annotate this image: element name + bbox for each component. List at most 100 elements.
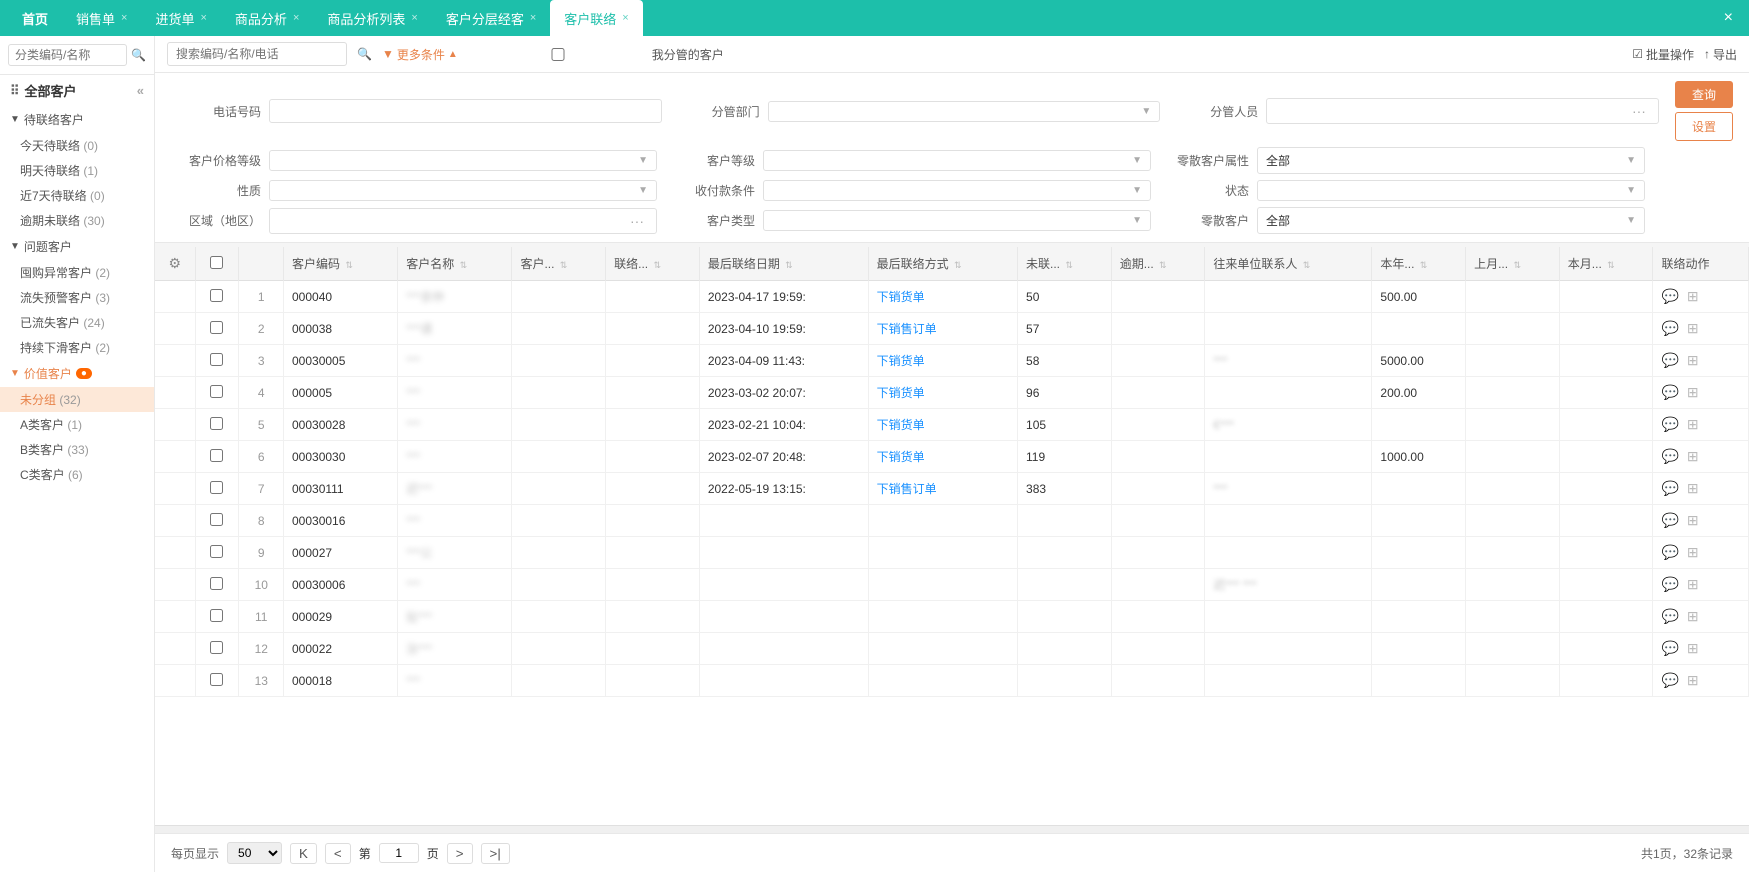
col-this-year[interactable]: 本年... ⇅ bbox=[1372, 247, 1466, 281]
row-last-method-9[interactable] bbox=[868, 569, 1017, 601]
chat-icon-12[interactable]: 💬 bbox=[1661, 672, 1678, 689]
row-last-method-4[interactable]: 下销货单 bbox=[868, 409, 1017, 441]
row-last-method-12[interactable] bbox=[868, 665, 1017, 697]
grid-action-icon-9[interactable]: ⊞ bbox=[1687, 576, 1699, 593]
grid-action-icon-4[interactable]: ⊞ bbox=[1687, 416, 1699, 433]
sidebar-search-input[interactable] bbox=[8, 44, 127, 66]
select-all-checkbox[interactable] bbox=[210, 256, 223, 269]
close-all-tabs-button[interactable]: × bbox=[1716, 9, 1741, 27]
sidebar-item-overdue-contact[interactable]: 逾期未联络 (30) bbox=[0, 208, 154, 233]
batch-op-button[interactable]: ☑ 批量操作 bbox=[1632, 46, 1694, 63]
row-last-method-5[interactable]: 下销货单 bbox=[868, 441, 1017, 473]
sidebar-item-declining[interactable]: 持续下滑客户 (2) bbox=[0, 335, 154, 360]
sidebar-item-ungrouped[interactable]: 未分组 (32) bbox=[0, 387, 154, 412]
row-checkbox-5[interactable] bbox=[195, 441, 239, 473]
row-action-10[interactable]: 💬 ⊞ bbox=[1653, 601, 1749, 633]
grid-action-icon-10[interactable]: ⊞ bbox=[1687, 608, 1699, 625]
export-button[interactable]: ↑ 导出 bbox=[1704, 46, 1737, 63]
chat-icon-2[interactable]: 💬 bbox=[1661, 352, 1678, 369]
row-action-0[interactable]: 💬 ⊞ bbox=[1653, 281, 1749, 313]
row-last-method-3[interactable]: 下销货单 bbox=[868, 377, 1017, 409]
row-action-1[interactable]: 💬 ⊞ bbox=[1653, 313, 1749, 345]
sidebar-item-class-b[interactable]: B类客户 (33) bbox=[0, 437, 154, 462]
row-action-6[interactable]: 💬 ⊞ bbox=[1653, 473, 1749, 505]
settings-icon[interactable]: ⚙ bbox=[168, 255, 181, 271]
search-input[interactable] bbox=[167, 42, 347, 66]
col-last-month[interactable]: 上月... ⇅ bbox=[1466, 247, 1560, 281]
row-checkbox-1[interactable] bbox=[195, 313, 239, 345]
filter-input-phone[interactable] bbox=[269, 99, 662, 123]
horizontal-scrollbar[interactable] bbox=[155, 825, 1749, 833]
col-contact[interactable]: 联络... ⇅ bbox=[606, 247, 700, 281]
col-customer-name[interactable]: 客户名称 ⇅ bbox=[398, 247, 512, 281]
chat-icon-1[interactable]: 💬 bbox=[1661, 320, 1678, 337]
chat-icon-4[interactable]: 💬 bbox=[1661, 416, 1678, 433]
grid-action-icon-7[interactable]: ⊞ bbox=[1687, 512, 1699, 529]
row-action-3[interactable]: 💬 ⊞ bbox=[1653, 377, 1749, 409]
filter-select-person[interactable]: ··· bbox=[1266, 98, 1659, 124]
dots-icon-region[interactable]: ··· bbox=[626, 213, 648, 229]
filter-select-customer-type[interactable]: ▼ bbox=[763, 210, 1151, 231]
row-last-method-8[interactable] bbox=[868, 537, 1017, 569]
filter-select-status[interactable]: ▼ bbox=[1257, 180, 1645, 201]
row-last-method-2[interactable]: 下销货单 bbox=[868, 345, 1017, 377]
page-size-select[interactable]: 50 20 100 bbox=[227, 842, 282, 864]
filter-select-region[interactable]: ··· bbox=[269, 208, 657, 234]
row-checkbox-9[interactable] bbox=[195, 569, 239, 601]
grid-action-icon-5[interactable]: ⊞ bbox=[1687, 448, 1699, 465]
tab-product-analysis-list[interactable]: 商品分析列表 × bbox=[313, 0, 431, 36]
close-tab-customer-segment[interactable]: × bbox=[530, 12, 536, 24]
row-action-7[interactable]: 💬 ⊞ bbox=[1653, 505, 1749, 537]
tab-home[interactable]: 首页 bbox=[8, 0, 62, 36]
chat-icon-10[interactable]: 💬 bbox=[1661, 608, 1678, 625]
filter-select-price-level[interactable]: ▼ bbox=[269, 150, 657, 171]
grid-action-icon-12[interactable]: ⊞ bbox=[1687, 672, 1699, 689]
row-last-method-0[interactable]: 下销货单 bbox=[868, 281, 1017, 313]
chat-icon-9[interactable]: 💬 bbox=[1661, 576, 1678, 593]
page-number-input[interactable] bbox=[379, 843, 419, 863]
row-action-5[interactable]: 💬 ⊞ bbox=[1653, 441, 1749, 473]
col-no-contact[interactable]: 未联... ⇅ bbox=[1018, 247, 1112, 281]
grid-action-icon-6[interactable]: ⊞ bbox=[1687, 480, 1699, 497]
sidebar-all-customers[interactable]: ⠿ 全部客户 « bbox=[0, 75, 154, 106]
row-checkbox-10[interactable] bbox=[195, 601, 239, 633]
filter-select-payment[interactable]: ▼ bbox=[763, 180, 1151, 201]
row-last-method-1[interactable]: 下销售订单 bbox=[868, 313, 1017, 345]
sidebar-item-churned[interactable]: 已流失客户 (24) bbox=[0, 310, 154, 335]
filter-select-nature[interactable]: ▼ bbox=[269, 180, 657, 201]
prev-page-button[interactable]: < bbox=[325, 843, 351, 864]
filter-select-customer-level[interactable]: ▼ bbox=[763, 150, 1151, 171]
filter-select-sparse-customer[interactable]: 全部 ▼ bbox=[1257, 207, 1645, 234]
group-header-pending-contact[interactable]: ▼ 待联络客户 bbox=[0, 106, 154, 133]
row-checkbox-0[interactable] bbox=[195, 281, 239, 313]
row-action-2[interactable]: 💬 ⊞ bbox=[1653, 345, 1749, 377]
chat-icon-0[interactable]: 💬 bbox=[1661, 288, 1678, 305]
tab-purchase-order[interactable]: 进货单 × bbox=[141, 0, 220, 36]
group-header-problem-customers[interactable]: ▼ 问题客户 bbox=[0, 233, 154, 260]
chat-icon-5[interactable]: 💬 bbox=[1661, 448, 1678, 465]
sidebar-item-class-c[interactable]: C类客户 (6) bbox=[0, 462, 154, 487]
row-checkbox-7[interactable] bbox=[195, 505, 239, 537]
filter-select-sparse-attr[interactable]: 全部 ▼ bbox=[1257, 147, 1645, 174]
row-last-method-10[interactable] bbox=[868, 601, 1017, 633]
row-last-method-11[interactable] bbox=[868, 633, 1017, 665]
tab-customer-segment[interactable]: 客户分层经客 × bbox=[432, 0, 550, 36]
close-tab-sales-order[interactable]: × bbox=[121, 12, 127, 24]
col-customer-type[interactable]: 客户... ⇅ bbox=[512, 247, 606, 281]
row-action-9[interactable]: 💬 ⊞ bbox=[1653, 569, 1749, 601]
last-page-button[interactable]: >| bbox=[481, 843, 510, 864]
row-action-8[interactable]: 💬 ⊞ bbox=[1653, 537, 1749, 569]
close-tab-product-analysis-list[interactable]: × bbox=[411, 12, 417, 24]
chat-icon-11[interactable]: 💬 bbox=[1661, 640, 1678, 657]
row-last-method-6[interactable]: 下销售订单 bbox=[868, 473, 1017, 505]
dots-icon-person[interactable]: ··· bbox=[1628, 103, 1650, 119]
close-tab-purchase-order[interactable]: × bbox=[200, 12, 206, 24]
row-action-4[interactable]: 💬 ⊞ bbox=[1653, 409, 1749, 441]
sidebar-item-7days-pending[interactable]: 近7天待联络 (0) bbox=[0, 183, 154, 208]
row-last-method-7[interactable] bbox=[868, 505, 1017, 537]
close-tab-product-analysis[interactable]: × bbox=[293, 12, 299, 24]
reset-button[interactable]: 设置 bbox=[1675, 112, 1733, 141]
row-checkbox-11[interactable] bbox=[195, 633, 239, 665]
row-checkbox-4[interactable] bbox=[195, 409, 239, 441]
row-checkbox-3[interactable] bbox=[195, 377, 239, 409]
